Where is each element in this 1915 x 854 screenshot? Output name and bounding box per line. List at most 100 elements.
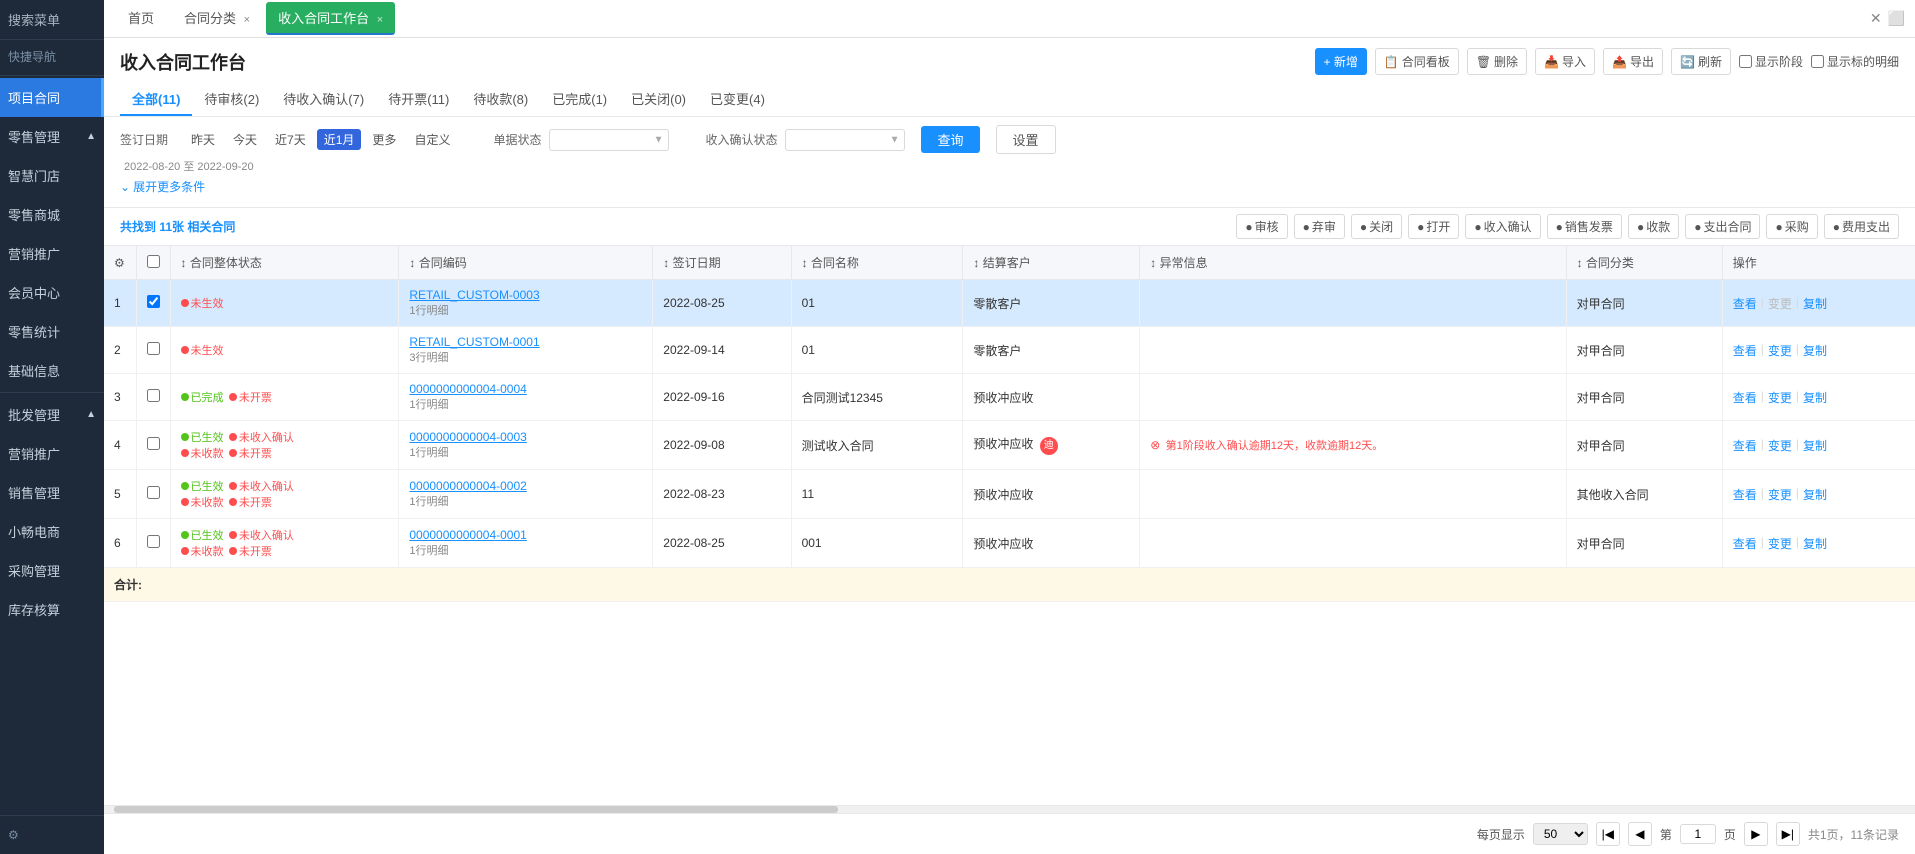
row3-code-link[interactable]: 0000000000004-0004 <box>409 382 526 396</box>
window-close-icon[interactable]: ✕ <box>1870 10 1882 27</box>
date-btn-yesterday[interactable]: 昨天 <box>184 129 222 150</box>
row2-code-link[interactable]: RETAIL_CUSTOM-0001 <box>409 335 539 349</box>
sub-tab-pending-invoice[interactable]: 待开票(11) <box>376 83 461 116</box>
purchase-btn[interactable]: ● 采购 <box>1766 214 1817 239</box>
prev-page-btn[interactable]: ◀ <box>1628 822 1652 846</box>
row4-view-link[interactable]: 查看 <box>1733 437 1757 454</box>
row1-view-link[interactable]: 查看 <box>1733 295 1757 312</box>
row6-copy-link[interactable]: 复制 <box>1803 535 1827 552</box>
sidebar-item-basic-info[interactable]: 基础信息 <box>0 351 104 390</box>
income-status-select[interactable] <box>785 129 905 151</box>
sidebar-item-inventory[interactable]: 库存核算 <box>0 590 104 629</box>
sidebar-item-marketing[interactable]: 营销推广 <box>0 234 104 273</box>
contract-board-button[interactable]: 📋 合同看板 <box>1375 48 1459 75</box>
review-btn[interactable]: ● 审核 <box>1236 214 1287 239</box>
row4-checkbox[interactable] <box>136 421 170 470</box>
import-button[interactable]: 📥 导入 <box>1535 48 1595 75</box>
first-page-btn[interactable]: |◀ <box>1596 822 1620 846</box>
row4-change-link[interactable]: 变更 <box>1768 437 1792 454</box>
date-btn-more[interactable]: 更多 <box>365 129 403 150</box>
sidebar-item-purchase-mgmt[interactable]: 采购管理 <box>0 551 104 590</box>
horizontal-scrollbar[interactable] <box>104 805 1915 813</box>
sidebar-item-retail-mall[interactable]: 零售商城 <box>0 195 104 234</box>
add-button[interactable]: + 新增 <box>1315 48 1367 75</box>
sidebar-item-sales-promo[interactable]: 营销推广 <box>0 434 104 473</box>
tab-contract-type-close[interactable]: × <box>244 14 250 26</box>
sidebar-item-xiaochangec[interactable]: 小畅电商 <box>0 512 104 551</box>
per-page-select[interactable]: 50 10 20 100 <box>1533 823 1588 845</box>
row6-code-link[interactable]: 0000000000004-0001 <box>409 528 526 542</box>
sub-tab-pending-review[interactable]: 待审核(2) <box>192 83 271 116</box>
scrollbar-thumb[interactable] <box>114 806 838 813</box>
close-btn[interactable]: ● 关闭 <box>1351 214 1402 239</box>
row6-checkbox[interactable] <box>136 519 170 568</box>
settings-icon[interactable]: ⚙ <box>0 815 104 854</box>
row5-copy-link[interactable]: 复制 <box>1803 486 1827 503</box>
row3-view-link[interactable]: 查看 <box>1733 389 1757 406</box>
show-fields-checkbox[interactable]: 显示阶段 <box>1739 53 1803 70</box>
row6-change-link[interactable]: 变更 <box>1768 535 1792 552</box>
row5-checkbox[interactable] <box>136 470 170 519</box>
sub-tab-pending-payment[interactable]: 待收款(8) <box>461 83 540 116</box>
tab-home[interactable]: 首页 <box>114 0 168 37</box>
row2-view-link[interactable]: 查看 <box>1733 342 1757 359</box>
next-page-btn[interactable]: ▶ <box>1744 822 1768 846</box>
row1-copy-link[interactable]: 复制 <box>1803 295 1827 312</box>
sub-tab-completed[interactable]: 已完成(1) <box>540 83 619 116</box>
row3-copy-link[interactable]: 复制 <box>1803 389 1827 406</box>
row2-copy-link[interactable]: 复制 <box>1803 342 1827 359</box>
row1-checkbox[interactable] <box>136 280 170 327</box>
row1-change-link[interactable]: 变更 <box>1768 295 1792 312</box>
date-btn-custom[interactable]: 自定义 <box>407 129 457 150</box>
export-button[interactable]: 📤 导出 <box>1603 48 1663 75</box>
row5-code-link[interactable]: 0000000000004-0002 <box>409 479 526 493</box>
sidebar-item-member-center[interactable]: 会员中心 <box>0 273 104 312</box>
tab-income-contract[interactable]: 收入合同工作台 × <box>266 2 395 35</box>
expand-more-button[interactable]: ⌄ 展开更多条件 <box>120 178 1899 195</box>
collect-btn[interactable]: ● 收款 <box>1628 214 1679 239</box>
sidebar-item-wholesale-mgmt[interactable]: 批发管理 ▲ <box>0 395 104 434</box>
col-settings[interactable]: ⚙ <box>104 246 136 280</box>
select-all-checkbox[interactable] <box>147 255 160 268</box>
query-button[interactable]: 查询 <box>921 126 979 153</box>
income-confirm-btn[interactable]: ● 收入确认 <box>1465 214 1540 239</box>
sidebar-item-sales-mgmt[interactable]: 销售管理 <box>0 473 104 512</box>
doc-status-select[interactable] <box>549 129 669 151</box>
date-btn-today[interactable]: 今天 <box>226 129 264 150</box>
sidebar-search[interactable]: 搜索菜单 <box>0 0 104 40</box>
tab-contract-type[interactable]: 合同分类 × <box>170 0 264 37</box>
sidebar-item-smart-store[interactable]: 智慧门店 <box>0 156 104 195</box>
row5-view-link[interactable]: 查看 <box>1733 486 1757 503</box>
expense-pay-btn[interactable]: ● 费用支出 <box>1824 214 1899 239</box>
sub-tab-pending-income[interactable]: 待收入确认(7) <box>271 83 376 116</box>
tab-income-contract-close[interactable]: × <box>377 14 383 26</box>
sub-tab-closed[interactable]: 已关闭(0) <box>619 83 698 116</box>
sidebar-item-retail-mgmt[interactable]: 零售管理 ▲ <box>0 117 104 156</box>
setting-button[interactable]: 设置 <box>996 125 1056 154</box>
row6-view-link[interactable]: 查看 <box>1733 535 1757 552</box>
page-number-input[interactable] <box>1680 824 1716 844</box>
date-btn-last7[interactable]: 近7天 <box>268 129 313 150</box>
row4-copy-link[interactable]: 复制 <box>1803 437 1827 454</box>
sub-tab-all[interactable]: 全部(11) <box>120 83 192 116</box>
print-btn[interactable]: ● 打开 <box>1408 214 1459 239</box>
row5-change-link[interactable]: 变更 <box>1768 486 1792 503</box>
row4-code-link[interactable]: 0000000000004-0003 <box>409 430 526 444</box>
row3-checkbox[interactable] <box>136 374 170 421</box>
window-maximize-icon[interactable]: ⬜ <box>1888 10 1905 27</box>
delete-button[interactable]: 🗑 删除 <box>1467 48 1527 75</box>
expense-out-btn[interactable]: ● 支出合同 <box>1685 214 1760 239</box>
last-page-btn[interactable]: ▶| <box>1776 822 1800 846</box>
row2-checkbox[interactable] <box>136 327 170 374</box>
sidebar-item-retail-stats[interactable]: 零售统计 <box>0 312 104 351</box>
row1-code-link[interactable]: RETAIL_CUSTOM-0003 <box>409 288 539 302</box>
sales-invoice-btn[interactable]: ● 销售发票 <box>1547 214 1622 239</box>
show-detail-checkbox[interactable]: 显示标的明细 <box>1811 53 1899 70</box>
refresh-button[interactable]: 🔄 刷新 <box>1671 48 1731 75</box>
row2-change-link[interactable]: 变更 <box>1768 342 1792 359</box>
sub-tab-changed[interactable]: 已变更(4) <box>698 83 777 116</box>
row3-change-link[interactable]: 变更 <box>1768 389 1792 406</box>
date-btn-last1month[interactable]: 近1月 <box>317 129 362 150</box>
sidebar-item-project-contract[interactable]: 项目合同 <box>0 78 104 117</box>
abandon-btn[interactable]: ● 弃审 <box>1294 214 1345 239</box>
